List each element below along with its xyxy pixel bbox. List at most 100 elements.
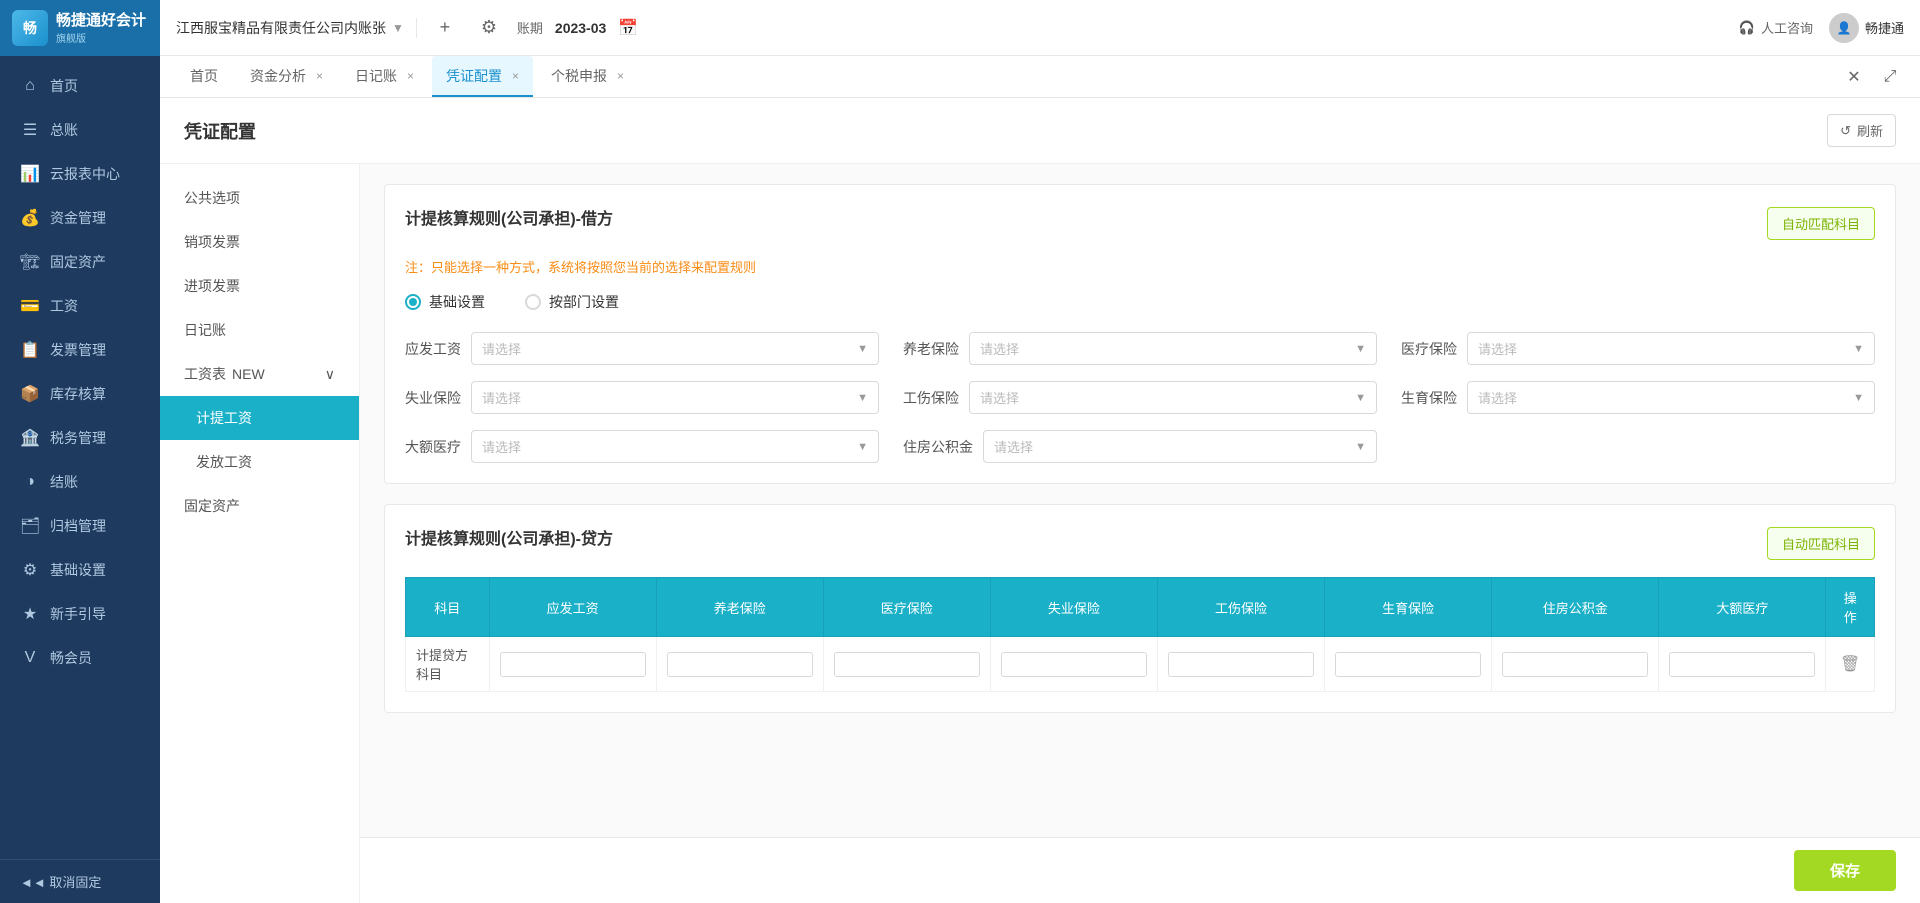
th-yanglao: 养老保险 [656,578,823,637]
fund-icon: 💰 [20,208,40,228]
tab-journal[interactable]: 日记账 × [341,56,428,97]
close-tax-report-icon[interactable]: × [617,69,624,83]
row-label: 计提贷方科目 [406,637,490,692]
input-shengyu[interactable] [1335,652,1481,677]
close-voucher-config-icon[interactable]: × [512,69,519,83]
sidebar-item-salary[interactable]: 💳 工资 [0,284,160,328]
input-yingfa[interactable] [500,652,646,677]
input-daemao[interactable] [1669,652,1815,677]
add-button[interactable]: + [429,12,461,44]
input-gongshang[interactable] [1168,652,1314,677]
sidebar-item-checkout[interactable]: ◑ 结账 [0,460,160,504]
th-shengyu: 生育保险 [1325,578,1492,637]
member-icon: V [20,649,40,667]
menu-item-fixed-assets[interactable]: 固定资产 [160,484,359,528]
sidebar-item-inventory[interactable]: 📦 库存核算 [0,372,160,416]
menu-group-salary-table[interactable]: 工资表 NEW ∨ [160,352,359,396]
input-yanglao[interactable] [667,652,813,677]
sidebar-item-tax-mgmt[interactable]: 🏦 税务管理 [0,416,160,460]
cell-caozuo: 🗑 [1826,637,1875,692]
delete-row-icon[interactable]: 🗑 [1840,656,1860,673]
company-dropdown-icon: ▼ [392,21,404,35]
close-fund-analysis-icon[interactable]: × [316,69,323,83]
radio-dept[interactable]: 按部门设置 [525,292,619,312]
checkout-icon: ◑ [20,473,40,491]
select-yanglao[interactable]: 请选择 ▼ [969,332,1377,365]
sidebar-item-settings[interactable]: ⚙ 基础设置 [0,548,160,592]
menu-item-pay-salary[interactable]: 发放工资 [160,440,359,484]
select-yingfa-gongzi[interactable]: 请选择 ▼ [471,332,879,365]
content-area: 公共选项 销项发票 进项发票 日记账 工资表 NEW ∨ [160,164,1920,903]
sidebar-item-fund-mgmt[interactable]: 💰 资金管理 [0,196,160,240]
select-gongshang[interactable]: 请选择 ▼ [969,381,1377,414]
save-button[interactable]: 保存 [1794,850,1896,891]
main-area: 江西服宝精品有限责任公司内账张 ▼ + ⚙ 账期 2023-03 📅 🎧 人工咨… [160,0,1920,903]
tab-fund-analysis[interactable]: 资金分析 × [236,56,337,97]
input-shiye[interactable] [1001,652,1147,677]
debit-header-row: 计提核算规则(公司承担)-借方 自动匹配科目 [405,205,1875,241]
chevron-down-icon: ∨ [325,366,335,383]
th-shiye: 失业保险 [990,578,1157,637]
sidebar-item-guide[interactable]: ★ 新手引导 [0,592,160,636]
radio-basic[interactable]: 基础设置 [405,292,485,312]
archive-icon: 🗂 [20,516,40,536]
expand-btn[interactable]: ⤢ [1876,63,1904,91]
tab-actions: ✕ ⤢ [1840,63,1904,91]
salary-icon: 💳 [20,296,40,316]
select-shiye-arrow: ▼ [857,392,868,404]
select-yiliao[interactable]: 请选择 ▼ [1467,332,1875,365]
cell-yiliao [823,637,990,692]
tax-icon: 🏦 [20,428,40,448]
sidebar-item-member[interactable]: V 畅会员 [0,636,160,680]
menu-item-purchase-invoice[interactable]: 进项发票 [160,264,359,308]
form-item-yanglao: 养老保险 请选择 ▼ [903,332,1377,365]
settings-button[interactable]: ⚙ [473,12,505,44]
save-bar: 保存 [360,837,1920,903]
close-journal-icon[interactable]: × [407,69,414,83]
select-zhufang[interactable]: 请选择 ▼ [983,430,1377,463]
input-zhufang[interactable] [1502,652,1648,677]
sidebar-item-home[interactable]: ⌂ 首页 [0,64,160,108]
label-daemao: 大额医疗 [405,437,461,457]
sidebar-item-fixed-assets[interactable]: 🏗 固定资产 [0,240,160,284]
tab-voucher-config[interactable]: 凭证配置 × [432,56,533,97]
tab-home[interactable]: 首页 [176,56,232,97]
input-yiliao[interactable] [834,652,980,677]
form-item-gongshang: 工伤保险 请选择 ▼ [903,381,1377,414]
sidebar-logo: 畅 畅捷通好会计 旗舰版 [0,0,160,56]
debit-note: 注：只能选择一种方式，系统将按照您当前的选择来配置规则 [405,257,1875,276]
th-yiliao: 医疗保险 [823,578,990,637]
user-info[interactable]: 👤 畅捷通 [1829,13,1904,43]
menu-item-calc-salary[interactable]: 计提工资 [160,396,359,440]
refresh-button[interactable]: ↺ 刷新 [1827,114,1896,147]
company-selector[interactable]: 江西服宝精品有限责任公司内账张 ▼ [176,18,404,38]
credit-auto-match-button[interactable]: 自动匹配科目 [1767,527,1875,560]
select-daemao[interactable]: 请选择 ▼ [471,430,879,463]
headset-icon: 🎧 [1739,20,1755,36]
refresh-icon: ↺ [1840,123,1851,139]
sidebar-item-invoice-mgmt[interactable]: 📋 发票管理 [0,328,160,372]
close-window-btn[interactable]: ✕ [1840,63,1868,91]
radio-dept-circle [525,294,541,310]
select-shiye[interactable]: 请选择 ▼ [471,381,879,414]
service-btn[interactable]: 🎧 人工咨询 [1739,18,1813,37]
menu-item-public[interactable]: 公共选项 [160,176,359,220]
period-value: 2023-03 [555,20,606,36]
radio-group: 基础设置 按部门设置 [405,292,1875,312]
debit-title: 计提核算规则(公司承担)-借方 [405,205,613,229]
topbar-right: 🎧 人工咨询 👤 畅捷通 [1739,13,1904,43]
page-title: 凭证配置 [184,118,256,144]
sidebar-item-cloud-reports[interactable]: 📊 云报表中心 [0,152,160,196]
select-shengyu[interactable]: 请选择 ▼ [1467,381,1875,414]
cell-zhufang [1492,637,1659,692]
tab-tax-report[interactable]: 个税申报 × [537,56,638,97]
calendar-icon[interactable]: 📅 [618,18,638,38]
debit-auto-match-button[interactable]: 自动匹配科目 [1767,207,1875,240]
menu-item-sales-invoice[interactable]: 销项发票 [160,220,359,264]
sidebar-collapse-btn[interactable]: ◄◄ 取消固定 [0,859,160,903]
sidebar-item-archive[interactable]: 🗂 归档管理 [0,504,160,548]
cell-gongshang [1157,637,1324,692]
user-name: 畅捷通 [1865,18,1904,37]
menu-item-journal[interactable]: 日记账 [160,308,359,352]
sidebar-item-ledger[interactable]: ☰ 总账 [0,108,160,152]
